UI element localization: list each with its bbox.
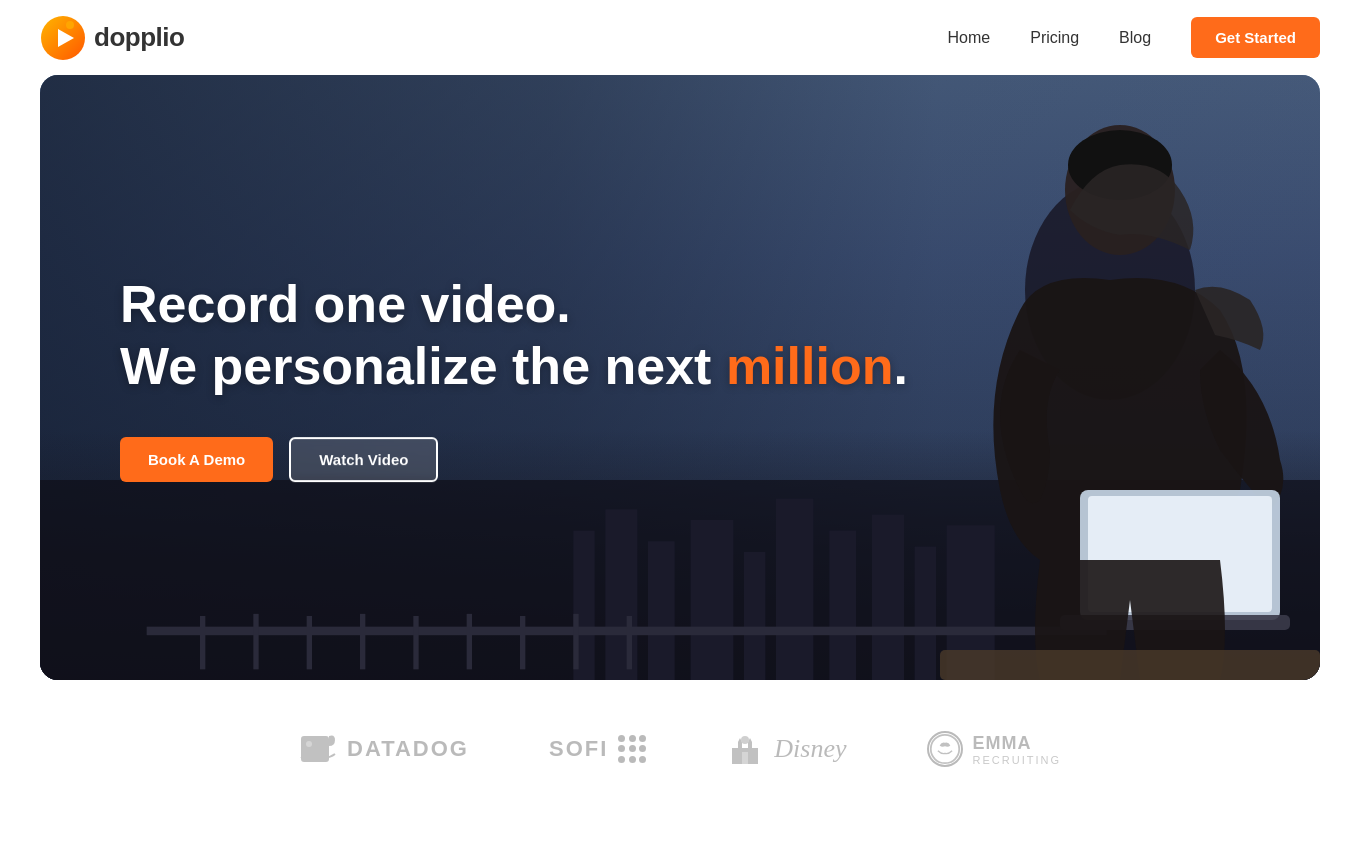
emma-name-text: EMMA [973,733,1061,754]
dot-2 [629,735,636,742]
disney-castle-icon [726,730,764,768]
hero-headline: Record one video. We personalize the nex… [120,273,908,398]
nav-links: Home Pricing Blog Get Started [948,17,1320,58]
logo-text: dopplio [94,22,184,53]
svg-point-2 [66,21,74,29]
disney-logo: Disney [726,730,846,768]
logos-section: DATADOG SoFi Disney [0,680,1360,818]
hero-content: Record one video. We personalize the nex… [120,273,908,483]
watch-video-button[interactable]: Watch Video [289,437,438,482]
sofi-logo: SoFi [549,735,646,763]
emma-subtitle-text: RECRUITING [973,754,1061,766]
hero-buttons: Book A Demo Watch Video [120,437,908,482]
hero-headline-line2: We personalize the next million. [120,335,908,397]
svg-rect-8 [744,552,765,680]
navbar: dopplio Home Pricing Blog Get Started [0,0,1360,75]
dot-3 [639,735,646,742]
svg-rect-17 [307,616,312,669]
svg-rect-5 [605,509,637,680]
hero-headline-suffix: . [893,337,907,395]
dot-7 [618,756,625,763]
dot-8 [629,756,636,763]
emma-logo: EMMA RECRUITING [927,731,1061,767]
emma-circle-icon [927,731,963,767]
dot-4 [618,745,625,752]
dopplio-logo-icon [40,15,86,61]
svg-rect-7 [691,520,734,680]
svg-point-33 [741,736,749,744]
datadog-dog-icon [299,730,337,768]
svg-rect-16 [253,614,258,669]
svg-point-35 [930,735,958,763]
svg-rect-22 [573,614,578,669]
svg-rect-6 [648,541,675,680]
person-silhouette-icon [840,110,1320,680]
svg-point-32 [306,741,312,747]
svg-rect-20 [467,614,472,669]
svg-rect-34 [742,752,748,764]
dot-5 [629,745,636,752]
sofi-dots-icon [618,735,646,763]
hero-headline-line1: Record one video. [120,275,571,333]
svg-rect-18 [360,614,365,669]
hero-section: Record one video. We personalize the nex… [40,75,1320,680]
svg-rect-23 [627,616,632,669]
svg-rect-19 [413,616,418,669]
datadog-text: DATADOG [347,736,469,762]
svg-rect-9 [776,499,813,680]
get-started-button[interactable]: Get Started [1191,17,1320,58]
disney-text: Disney [774,734,846,764]
svg-rect-15 [200,616,205,669]
logo[interactable]: dopplio [40,15,184,61]
svg-rect-30 [940,650,1320,680]
hero-accent-word: million [726,337,894,395]
datadog-logo: DATADOG [299,730,469,768]
emma-text-block: EMMA RECRUITING [973,733,1061,766]
book-demo-button[interactable]: Book A Demo [120,437,273,482]
dot-9 [639,756,646,763]
nav-pricing[interactable]: Pricing [1030,29,1079,47]
dot-1 [618,735,625,742]
nav-home[interactable]: Home [948,29,991,47]
sofi-text: SoFi [549,736,608,762]
dot-6 [639,745,646,752]
nav-blog[interactable]: Blog [1119,29,1151,47]
hero-headline-prefix: We personalize the next [120,337,726,395]
svg-rect-21 [520,616,525,669]
